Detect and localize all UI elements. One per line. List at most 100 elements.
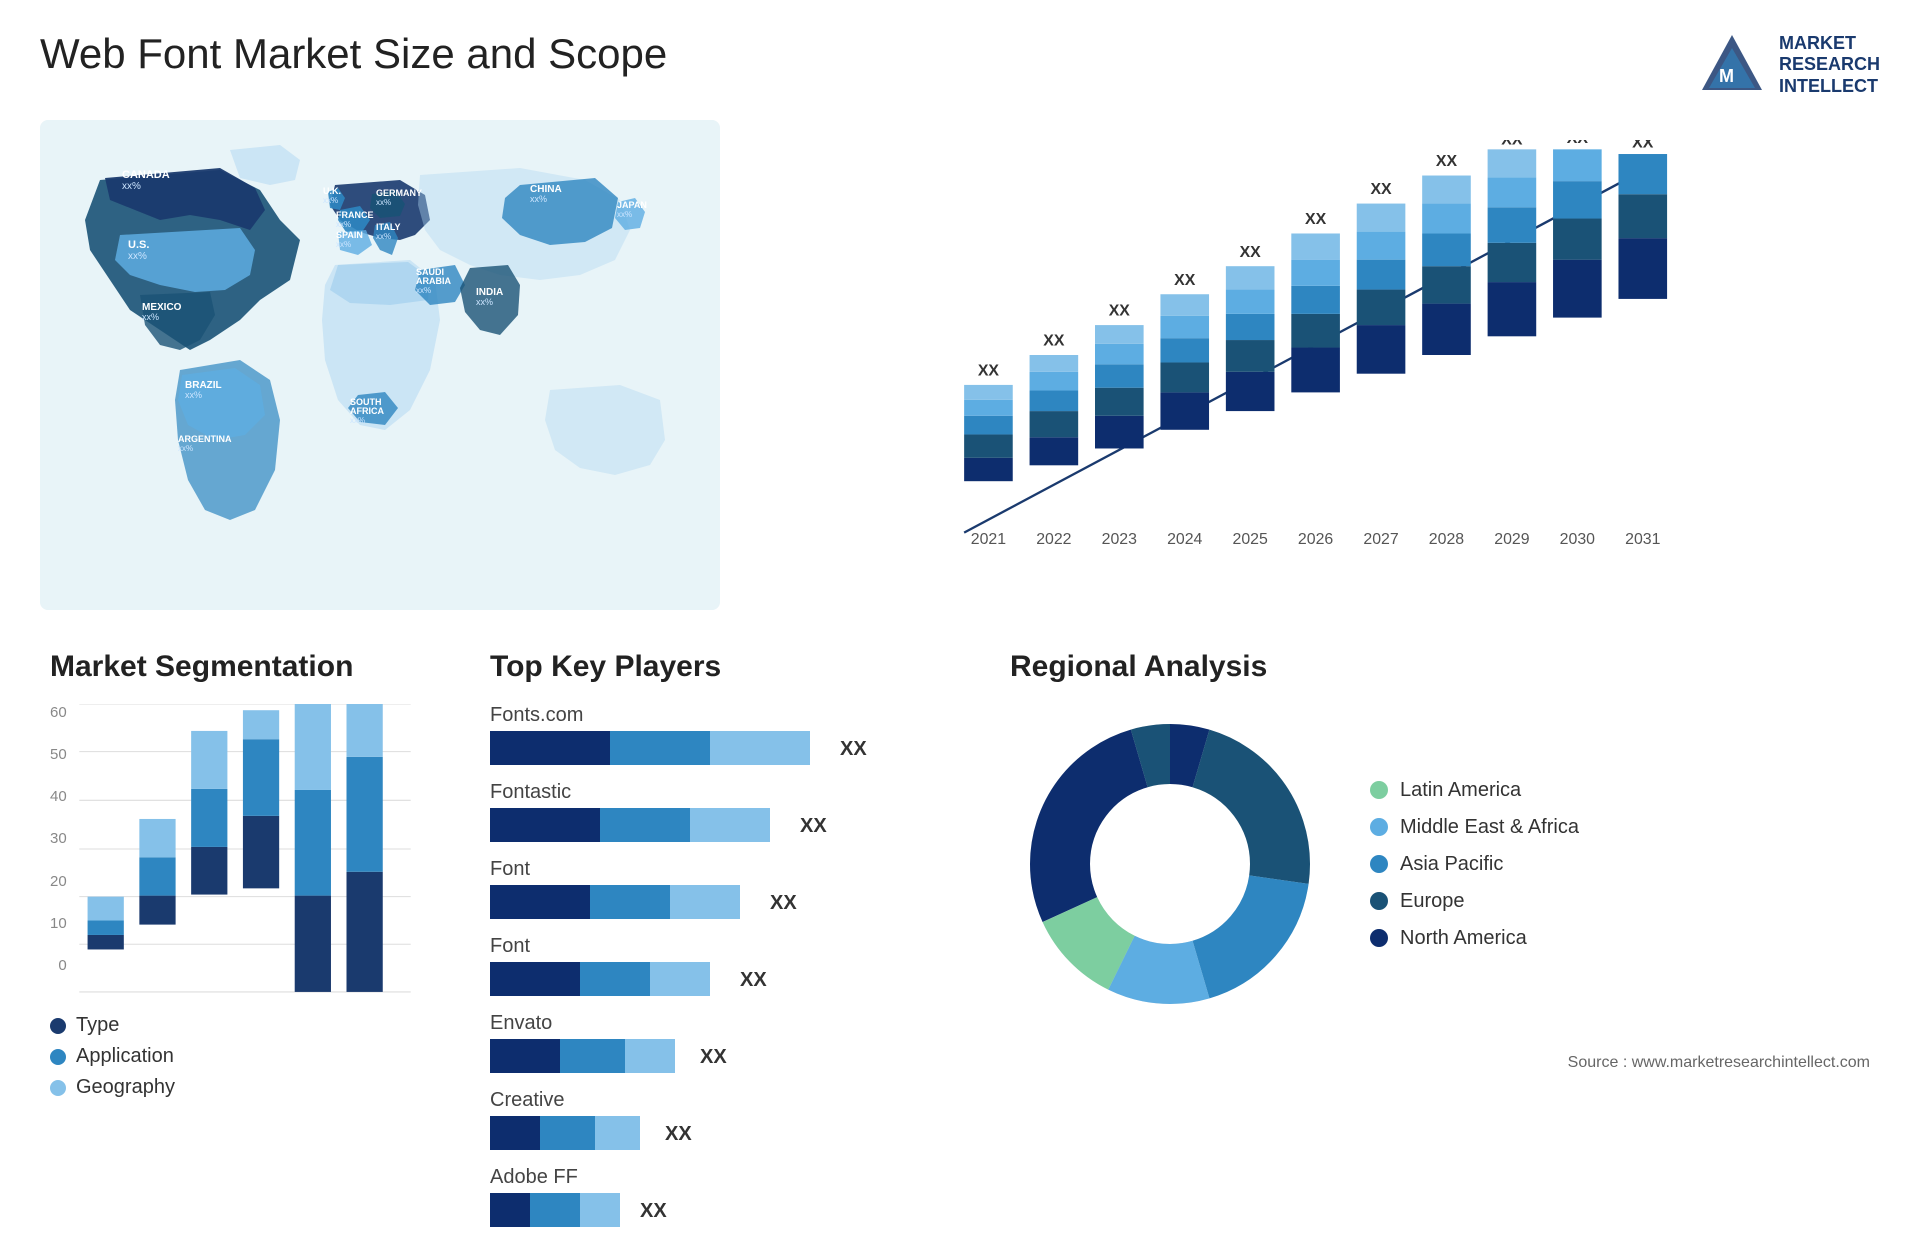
svg-text:XX: XX	[1501, 140, 1523, 149]
player-bar-row-5: XX	[490, 1116, 970, 1152]
player-xx-3: XX	[740, 969, 767, 992]
legend-asia-pacific: Asia Pacific	[1370, 853, 1579, 876]
bar-2022: XX 2022	[1030, 333, 1079, 548]
bar-2024: XX 2024	[1160, 272, 1209, 548]
bar-2031: XX 2031	[1618, 140, 1667, 548]
player-bar-row-4: XX	[490, 1039, 970, 1075]
player-row-3: Font XX	[490, 935, 970, 998]
svg-text:XX: XX	[978, 363, 1000, 380]
player-row-2: Font XX	[490, 858, 970, 921]
player-bar-row-6: XX	[490, 1193, 970, 1229]
legend-mea: Middle East & Africa	[1370, 816, 1579, 839]
legend-label-geography: Geography	[76, 1076, 175, 1099]
bar-2023: XX 2023	[1095, 303, 1144, 548]
player-bar-1	[490, 808, 790, 844]
legend-geography: Geography	[50, 1076, 450, 1099]
donut-chart-svg	[1010, 704, 1330, 1024]
legend-dot-type	[50, 1018, 66, 1034]
player-name-3: Font	[490, 935, 970, 958]
svg-text:2026: 2026	[1298, 531, 1333, 548]
svg-text:xx%: xx%	[376, 198, 391, 207]
legend-north-america: North America	[1370, 927, 1579, 950]
donut-area: Latin America Middle East & Africa Asia …	[1010, 704, 1870, 1024]
page-container: Web Font Market Size and Scope M MARKET …	[0, 0, 1920, 1250]
bar-2026: XX 2026	[1291, 211, 1340, 548]
svg-text:XX: XX	[1370, 181, 1392, 198]
svg-text:JAPAN: JAPAN	[617, 200, 647, 210]
svg-text:XX: XX	[1305, 211, 1327, 228]
player-bar-5	[490, 1116, 655, 1152]
svg-text:2023: 2023	[1102, 531, 1137, 548]
svg-text:XX: XX	[1436, 153, 1458, 170]
player-xx-5: XX	[665, 1123, 692, 1146]
player-row-6: Adobe FF XX	[490, 1166, 970, 1229]
svg-text:U.S.: U.S.	[128, 239, 149, 251]
svg-text:xx%: xx%	[336, 220, 351, 229]
legend-latin-america: Latin America	[1370, 779, 1579, 802]
regional-legend: Latin America Middle East & Africa Asia …	[1370, 779, 1579, 950]
svg-text:2030: 2030	[1560, 531, 1595, 548]
segmentation-container: Market Segmentation 60 50 40 30 20 10 0	[40, 640, 460, 1220]
regional-title: Regional Analysis	[1010, 650, 1870, 684]
svg-text:FRANCE: FRANCE	[336, 210, 374, 220]
svg-text:XX: XX	[1174, 272, 1196, 289]
player-xx-0: XX	[840, 738, 867, 761]
player-bar-row-0: XX	[490, 731, 970, 767]
player-name-4: Envato	[490, 1012, 970, 1035]
bar-2028: XX 2028	[1422, 153, 1471, 548]
player-bar-row-3: XX	[490, 962, 970, 998]
logo-icon: M	[1697, 30, 1767, 100]
player-bar-6	[490, 1193, 630, 1229]
player-bar-0	[490, 731, 830, 767]
region-label-asia-pacific: Asia Pacific	[1400, 853, 1503, 876]
svg-text:xx%: xx%	[530, 194, 547, 204]
svg-text:XX: XX	[1240, 244, 1262, 261]
svg-text:xx%: xx%	[142, 312, 159, 322]
logo-container: M MARKET RESEARCH INTELLECT	[1697, 30, 1880, 100]
bar-2027: XX 2027	[1357, 181, 1406, 548]
logo-text: MARKET RESEARCH INTELLECT	[1779, 33, 1880, 98]
svg-text:2024: 2024	[1167, 531, 1202, 548]
player-bar-2	[490, 885, 760, 921]
svg-text:xx%: xx%	[128, 251, 147, 262]
region-dot-latin-america	[1370, 781, 1388, 799]
svg-text:XX: XX	[1632, 140, 1654, 151]
player-xx-2: XX	[770, 892, 797, 915]
player-bar-row-1: XX	[490, 808, 970, 844]
svg-text:ITALY: ITALY	[376, 222, 401, 232]
header: Web Font Market Size and Scope M MARKET …	[40, 30, 1880, 100]
svg-text:xx%: xx%	[185, 390, 202, 400]
svg-text:2027: 2027	[1363, 531, 1398, 548]
player-xx-1: XX	[800, 815, 827, 838]
svg-text:xx%: xx%	[178, 444, 193, 453]
players-list: Fonts.com XX Fontastic	[490, 704, 970, 1229]
player-row-0: Fonts.com XX	[490, 704, 970, 767]
seg-y-axis: 60 50 40 30 20 10 0	[50, 704, 75, 994]
svg-text:M: M	[1719, 66, 1734, 86]
map-container: CANADA xx% U.S. xx% MEXICO xx% U.K. xx% …	[40, 120, 720, 610]
seg-chart-wrapper: 60 50 40 30 20 10 0	[50, 704, 450, 994]
bar-chart-svg: XX 2021 XX 2022	[760, 140, 1860, 570]
seg-chart-svg: 2021 2022 2023	[75, 704, 415, 994]
player-bar-4	[490, 1039, 690, 1075]
region-dot-asia-pacific	[1370, 855, 1388, 873]
player-bar-row-2: XX	[490, 885, 970, 921]
svg-text:2021: 2021	[971, 531, 1006, 548]
player-xx-6: XX	[640, 1200, 667, 1223]
svg-text:xx%: xx%	[416, 286, 431, 295]
region-label-mea: Middle East & Africa	[1400, 816, 1579, 839]
player-row-4: Envato XX	[490, 1012, 970, 1075]
svg-text:xx%: xx%	[336, 240, 351, 249]
players-container: Top Key Players Fonts.com XX Fon	[480, 640, 980, 1220]
svg-text:ARABIA: ARABIA	[416, 276, 451, 286]
region-dot-mea	[1370, 818, 1388, 836]
legend-dot-geography	[50, 1080, 66, 1096]
legend-dot-application	[50, 1049, 66, 1065]
svg-text:AFRICA: AFRICA	[350, 406, 384, 416]
player-name-0: Fonts.com	[490, 704, 970, 727]
source-text: Source : www.marketresearchintellect.com	[1010, 1054, 1870, 1072]
svg-text:CANADA: CANADA	[122, 169, 170, 181]
svg-text:2031: 2031	[1625, 531, 1660, 548]
svg-text:xx%: xx%	[323, 196, 338, 205]
player-row-5: Creative XX	[490, 1089, 970, 1152]
